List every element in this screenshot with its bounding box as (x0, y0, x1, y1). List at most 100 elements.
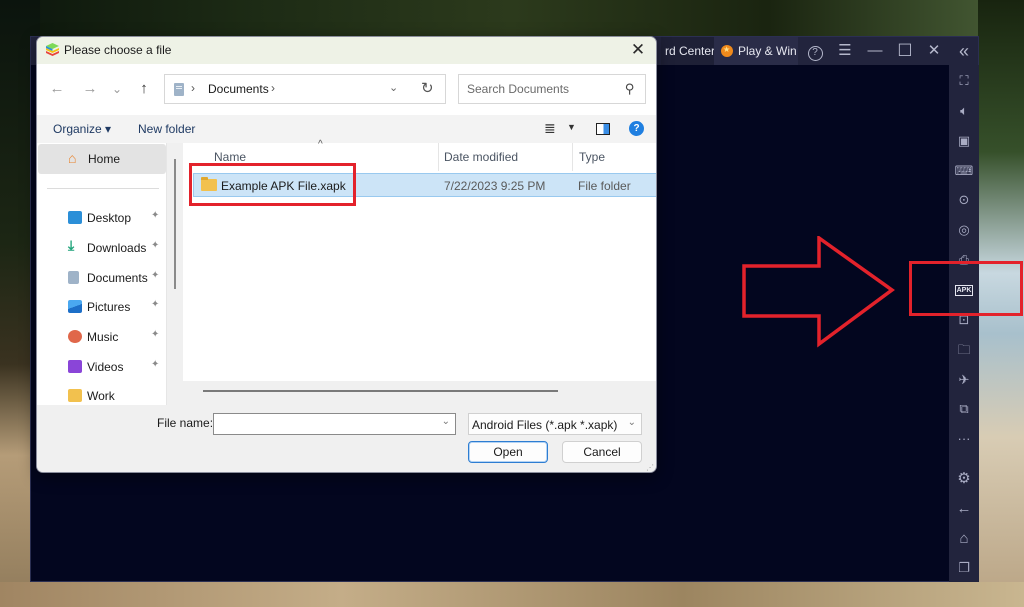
file-name-input[interactable] (218, 417, 428, 431)
column-divider[interactable] (438, 143, 439, 171)
close-button[interactable]: ✕ (920, 37, 948, 65)
column-header-name[interactable]: Name (214, 150, 246, 164)
play-and-win-tab[interactable]: Play & Win (714, 36, 798, 65)
sidebar-item-label: Music (87, 330, 119, 344)
sidebar-item-label: Videos (87, 360, 124, 374)
sidebar-item-label: Documents (87, 271, 148, 285)
up-button[interactable]: ↑ (134, 79, 154, 99)
pin-icon[interactable]: ✦ (151, 359, 159, 370)
back-button[interactable]: ← (47, 79, 67, 99)
videos-icon (68, 360, 82, 373)
minimize-button[interactable]: — (861, 37, 889, 65)
sort-ascending-icon: ^ (318, 139, 323, 150)
breadcrumb-separator[interactable]: › (191, 81, 195, 95)
sidebar-item-home[interactable]: ⌂ Home (38, 144, 166, 174)
search-icon[interactable]: ⚲ (625, 81, 635, 97)
breadcrumb-separator-trailing[interactable]: › (271, 81, 275, 95)
rotate-icon[interactable]: ◎ (949, 219, 979, 241)
annotation-highlight-apk-button (909, 261, 1023, 316)
chevron-down-icon[interactable]: ⌄ (442, 416, 450, 427)
file-name-combobox[interactable]: ⌄ (213, 413, 456, 435)
sidebar-item-downloads[interactable]: ⤓ Downloads ✦ (37, 235, 165, 261)
annotation-highlight-file (189, 163, 356, 206)
file-date-modified: 7/22/2023 9:25 PM (444, 179, 546, 193)
desktop-background-top (0, 0, 1024, 36)
file-type-filter-select[interactable]: Android Files (*.apk *.xapk) ⌄ (468, 413, 642, 435)
pin-icon[interactable]: ✦ (151, 240, 159, 251)
chevron-down-icon: ⌄ (627, 417, 636, 428)
settings-icon[interactable]: ⚙ (949, 468, 979, 490)
desktop-background-bottom (0, 582, 1024, 607)
pointer-icon[interactable]: ▣ (949, 130, 979, 152)
view-options-dropdown[interactable]: ▼ (567, 122, 576, 132)
file-type: File folder (578, 179, 631, 193)
horizontal-scroll-thumb[interactable] (203, 390, 558, 392)
more-icon[interactable]: ··· (949, 428, 979, 450)
sidebar-item-pictures[interactable]: Pictures ✦ (37, 294, 165, 320)
forward-button[interactable]: → (80, 79, 100, 99)
maximize-button[interactable]: ☐ (891, 37, 919, 65)
android-back-icon[interactable]: ← (949, 498, 979, 520)
android-home-icon[interactable]: ⌂ (949, 528, 979, 550)
search-box[interactable]: ⚲ (458, 74, 646, 104)
sidebar-item-desktop[interactable]: Desktop ✦ (37, 205, 165, 231)
folder-icon[interactable]: 🗀 (949, 339, 979, 361)
resize-grip[interactable]: ⋰ (646, 463, 654, 472)
documents-icon (68, 271, 79, 284)
column-header-date-modified[interactable]: Date modified (444, 150, 518, 164)
address-bar[interactable]: › Documents › ⌄ ↻ (164, 74, 446, 104)
pin-icon[interactable]: ✦ (151, 299, 159, 310)
navigation-pane-scroll-thumb[interactable] (174, 159, 176, 289)
column-divider[interactable] (572, 143, 573, 171)
bluestacks-app-icon (46, 43, 59, 56)
help-button[interactable]: ? (629, 121, 644, 136)
multi-instance-icon[interactable]: ⧉ (949, 398, 979, 420)
address-history-dropdown[interactable]: ⌄ (389, 81, 398, 94)
help-icon: ? (807, 46, 823, 61)
annotation-arrow-shape (742, 236, 895, 348)
preview-pane-toggle[interactable] (596, 123, 610, 135)
column-header-type[interactable]: Type (579, 150, 605, 164)
sidebar-item-label: Home (88, 152, 121, 166)
collapse-sidebar-button[interactable]: « (950, 37, 978, 65)
change-view-button[interactable]: ≣ (544, 120, 556, 137)
refresh-button[interactable]: ↻ (421, 79, 434, 97)
sidebar-item-videos[interactable]: Videos ✦ (37, 354, 165, 380)
help-button[interactable]: ? (801, 37, 829, 65)
volume-icon[interactable]: 🔈︎ (949, 100, 979, 122)
pictures-icon (68, 300, 82, 313)
menu-button[interactable]: ☰ (831, 37, 859, 65)
pin-icon[interactable]: ✦ (151, 329, 159, 340)
pin-icon[interactable]: ✦ (151, 210, 159, 221)
downloads-icon: ⤓ (68, 237, 75, 253)
file-chooser-dialog: Please choose a file ✕ ← → ⌄ ↑ › Documen… (36, 36, 657, 473)
file-list-horizontal-scrollbar[interactable] (183, 381, 656, 405)
open-button[interactable]: Open (468, 441, 548, 463)
dialog-title-bar: Please choose a file ✕ (37, 37, 656, 64)
cancel-button[interactable]: Cancel (562, 441, 642, 463)
pin-icon[interactable]: ✦ (151, 270, 159, 281)
sidebar-item-documents[interactable]: Documents ✦ (37, 265, 165, 291)
airplane-mode-icon[interactable]: ✈ (949, 369, 979, 391)
desktop-icon (68, 211, 82, 224)
search-input[interactable] (467, 82, 617, 96)
recent-locations-button[interactable]: ⌄ (107, 79, 127, 99)
play-and-win-label: Play & Win (738, 44, 797, 58)
sidebar-divider (47, 188, 159, 189)
new-folder-button[interactable]: New folder (138, 122, 195, 136)
sidebar-item-label: Pictures (87, 300, 131, 314)
music-icon (68, 330, 82, 343)
sidebar-item-music[interactable]: Music ✦ (37, 324, 165, 350)
file-type-filter-value: Android Files (*.apk *.xapk) (472, 418, 618, 432)
sidebar-item-label: Work (87, 389, 115, 403)
organize-button[interactable]: Organize ▾ (53, 122, 111, 136)
fullscreen-icon[interactable]: ⛶ (949, 70, 979, 92)
sidebar-item-label: Desktop (87, 211, 132, 225)
breadcrumb-documents[interactable]: Documents (208, 82, 269, 96)
dialog-close-button[interactable]: ✕ (626, 39, 650, 61)
annotation-arrow (742, 236, 895, 348)
macro-play-icon[interactable]: ⊙ (949, 189, 979, 211)
bluestacks-sidebar: ⛶ 🔈︎ ▣ ⌨ ⊙ ◎ ⎙ APK ⊡ 🗀 ✈ ⧉ ··· ⚙ ← ⌂ ❐ (949, 65, 979, 582)
recent-apps-icon[interactable]: ❐ (949, 557, 979, 579)
keyboard-icon[interactable]: ⌨ (949, 160, 979, 182)
